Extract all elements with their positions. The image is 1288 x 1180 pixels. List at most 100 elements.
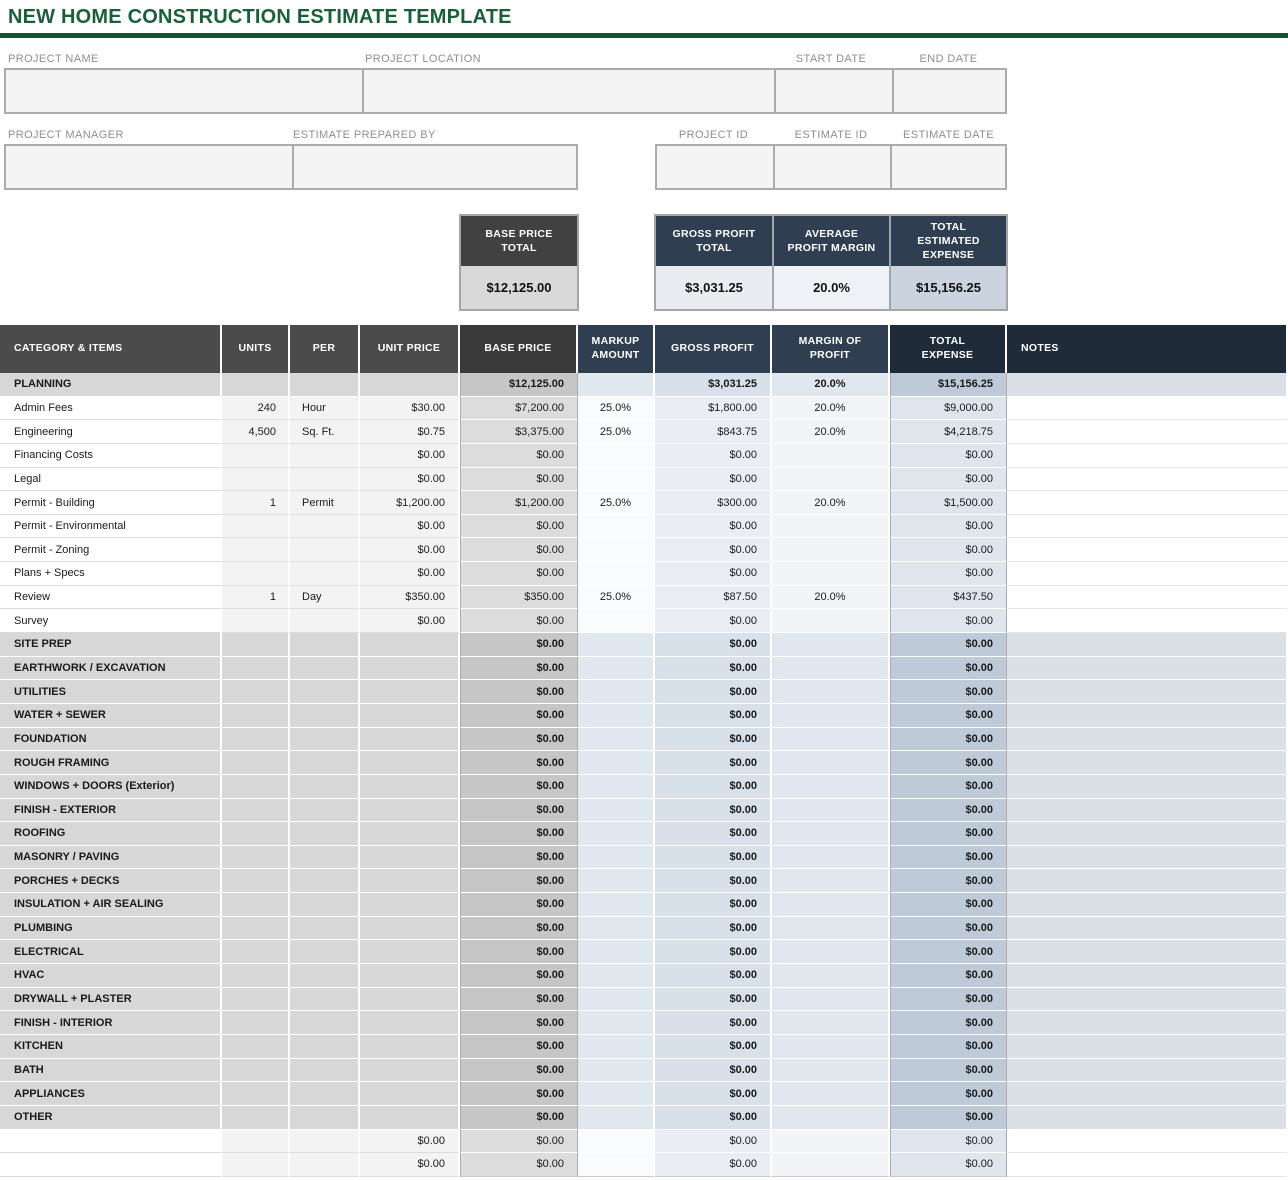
cell-per[interactable] [290,562,360,586]
cell-total[interactable]: $0.00 [890,633,1007,657]
cell-units[interactable] [222,775,290,799]
cell-markup[interactable] [578,1153,655,1177]
cell-cat[interactable] [0,1153,222,1177]
cell-cat[interactable]: PORCHES + DECKS [0,869,222,893]
cell-markup[interactable] [578,751,655,775]
cell-gross[interactable]: $843.75 [655,420,772,444]
cell-per[interactable] [290,1106,360,1130]
cell-notes[interactable] [1007,562,1288,586]
cell-units[interactable] [222,609,290,633]
cell-units[interactable] [222,822,290,846]
cell-cat[interactable]: ELECTRICAL [0,940,222,964]
cell-margin[interactable] [772,799,890,823]
cell-units[interactable] [222,1153,290,1177]
cell-base[interactable]: $0.00 [460,704,578,728]
cell-unitprice[interactable] [360,775,460,799]
cell-gross[interactable]: $0.00 [655,444,772,468]
cell-unitprice[interactable] [360,940,460,964]
cell-notes[interactable] [1007,799,1288,823]
cell-total[interactable]: $0.00 [890,728,1007,752]
cell-total[interactable]: $0.00 [890,1082,1007,1106]
cell-notes[interactable] [1007,1059,1288,1083]
cell-margin[interactable]: 20.0% [772,420,890,444]
cell-base[interactable]: $0.00 [460,444,578,468]
cell-total[interactable]: $437.50 [890,586,1007,610]
cell-cat[interactable]: OTHER [0,1106,222,1130]
cell-gross[interactable]: $0.00 [655,1106,772,1130]
cell-markup[interactable]: 25.0% [578,491,655,515]
cell-notes[interactable] [1007,1035,1288,1059]
cell-base[interactable]: $0.00 [460,964,578,988]
cell-markup[interactable] [578,940,655,964]
cell-base[interactable]: $0.00 [460,1011,578,1035]
cell-units[interactable] [222,562,290,586]
cell-notes[interactable] [1007,988,1288,1012]
cell-unitprice[interactable]: $0.75 [360,420,460,444]
cell-unitprice[interactable]: $0.00 [360,1153,460,1177]
cell-gross[interactable]: $0.00 [655,538,772,562]
cell-cat[interactable]: WINDOWS + DOORS (Exterior) [0,775,222,799]
cell-margin[interactable] [772,633,890,657]
cell-units[interactable]: 240 [222,397,290,421]
cell-markup[interactable]: 25.0% [578,420,655,444]
cell-gross[interactable]: $0.00 [655,751,772,775]
cell-markup[interactable] [578,1082,655,1106]
cell-unitprice[interactable]: $350.00 [360,586,460,610]
cell-margin[interactable]: 20.0% [772,491,890,515]
cell-notes[interactable] [1007,917,1288,941]
cell-total[interactable]: $0.00 [890,917,1007,941]
cell-per[interactable]: Sq. Ft. [290,420,360,444]
cell-cat[interactable]: Permit - Building [0,491,222,515]
cell-per[interactable] [290,799,360,823]
cell-margin[interactable] [772,1082,890,1106]
cell-total[interactable]: $0.00 [890,1035,1007,1059]
cell-gross[interactable]: $0.00 [655,657,772,681]
cell-notes[interactable] [1007,964,1288,988]
cell-markup[interactable] [578,869,655,893]
cell-base[interactable]: $0.00 [460,846,578,870]
cell-notes[interactable] [1007,893,1288,917]
cell-per[interactable] [290,893,360,917]
cell-base[interactable]: $0.00 [460,988,578,1012]
cell-markup[interactable] [578,515,655,539]
cell-units[interactable] [222,633,290,657]
cell-units[interactable] [222,728,290,752]
cell-per[interactable] [290,1035,360,1059]
cell-units[interactable] [222,964,290,988]
cell-cat[interactable]: INSULATION + AIR SEALING [0,893,222,917]
cell-margin[interactable] [772,538,890,562]
cell-markup[interactable] [578,657,655,681]
cell-cat[interactable]: Permit - Zoning [0,538,222,562]
cell-notes[interactable] [1007,822,1288,846]
cell-base[interactable]: $0.00 [460,728,578,752]
cell-gross[interactable]: $0.00 [655,1035,772,1059]
cell-markup[interactable] [578,444,655,468]
cell-markup[interactable] [578,1059,655,1083]
cell-units[interactable] [222,846,290,870]
cell-total[interactable]: $9,000.00 [890,397,1007,421]
cell-unitprice[interactable] [360,728,460,752]
cell-gross[interactable]: $0.00 [655,704,772,728]
cell-units[interactable] [222,1035,290,1059]
cell-unitprice[interactable]: $1,200.00 [360,491,460,515]
cell-cat[interactable]: PLUMBING [0,917,222,941]
cell-unitprice[interactable]: $0.00 [360,562,460,586]
cell-notes[interactable] [1007,373,1288,397]
cell-gross[interactable]: $0.00 [655,1153,772,1177]
cell-markup[interactable] [578,1106,655,1130]
cell-markup[interactable] [578,680,655,704]
cell-cat[interactable]: Permit - Environmental [0,515,222,539]
cell-margin[interactable] [772,846,890,870]
cell-gross[interactable]: $0.00 [655,1059,772,1083]
cell-gross[interactable]: $0.00 [655,609,772,633]
cell-per[interactable]: Day [290,586,360,610]
cell-per[interactable] [290,680,360,704]
cell-per[interactable] [290,468,360,492]
cell-gross[interactable]: $0.00 [655,869,772,893]
cell-base[interactable]: $3,375.00 [460,420,578,444]
cell-units[interactable] [222,538,290,562]
cell-unitprice[interactable] [360,917,460,941]
cell-unitprice[interactable]: $0.00 [360,1130,460,1154]
cell-cat[interactable]: FOUNDATION [0,728,222,752]
cell-gross[interactable]: $0.00 [655,1011,772,1035]
